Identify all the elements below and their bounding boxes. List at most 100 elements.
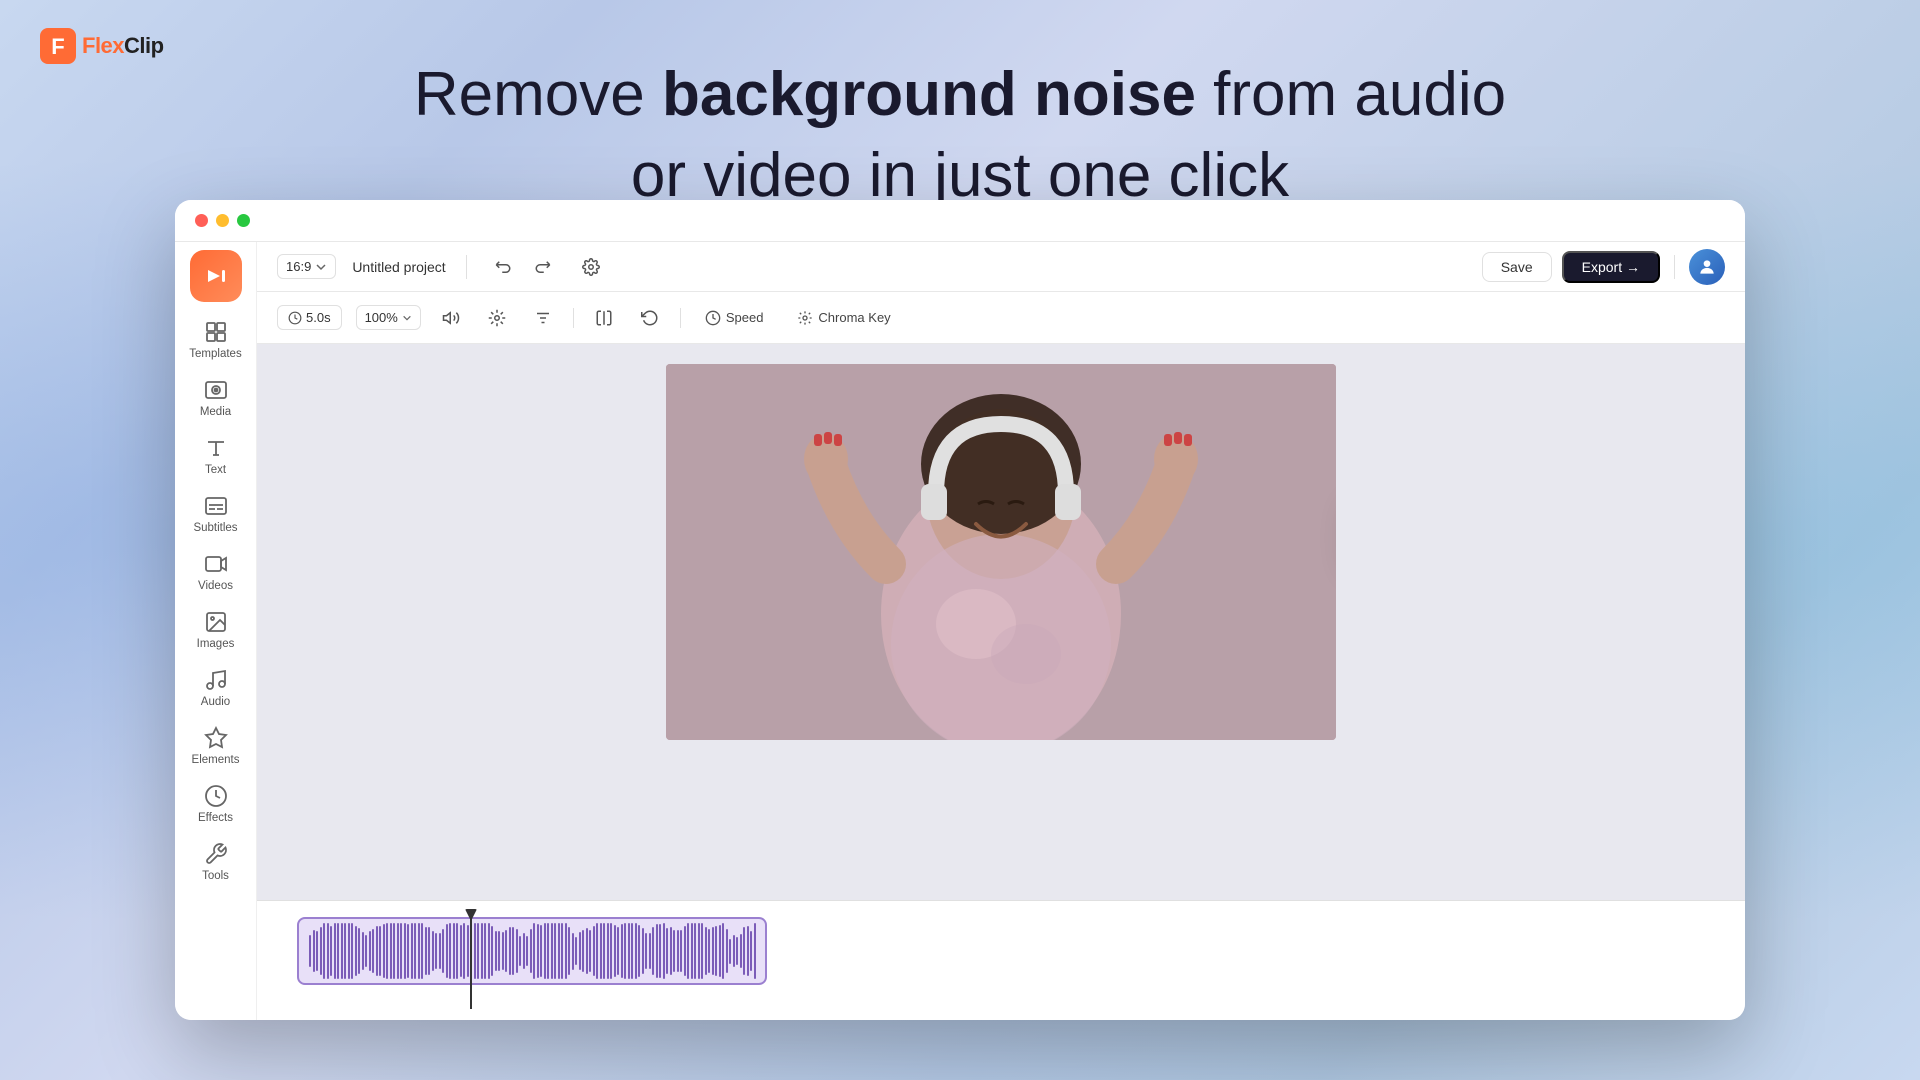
time-value: 5.0s: [306, 310, 331, 325]
waveform-bar: [323, 923, 325, 979]
flip-button[interactable]: [588, 302, 620, 334]
sidebar: Templates Media Text: [175, 242, 257, 1020]
undo-icon: [494, 258, 512, 276]
waveform-bar: [351, 923, 353, 979]
waveform-bar: [320, 927, 322, 976]
header-left: 16:9 Untitled project: [277, 251, 1466, 283]
sidebar-item-text[interactable]: Text: [181, 428, 251, 484]
user-avatar[interactable]: [1689, 249, 1725, 285]
waveform-bar: [505, 930, 507, 972]
zoom-select[interactable]: 100%: [356, 305, 421, 330]
waveform-bar: [708, 929, 710, 974]
waveform-bar: [663, 923, 665, 979]
sidebar-item-audio[interactable]: Audio: [181, 660, 251, 716]
waveform-bar: [421, 923, 423, 979]
waveform-bar: [677, 930, 679, 972]
waveform-bar: [694, 923, 696, 979]
waveform-bar: [551, 923, 553, 979]
adjust-button[interactable]: [481, 302, 513, 334]
waveform-bar: [614, 925, 616, 977]
waveform-bar: [344, 923, 346, 979]
save-button[interactable]: Save: [1482, 252, 1552, 282]
filters-button[interactable]: [527, 302, 559, 334]
waveform-bar: [502, 932, 504, 971]
project-title[interactable]: Untitled project: [352, 259, 445, 275]
waveform-bar: [733, 935, 735, 967]
waveform-bar: [348, 923, 350, 979]
export-button[interactable]: Export →: [1562, 251, 1660, 283]
waveform: [299, 919, 765, 983]
waveform-bar: [750, 931, 752, 971]
waveform-bar: [628, 923, 630, 979]
waveform-bar: [656, 924, 658, 977]
video-content: [666, 364, 1336, 740]
audio-track[interactable]: [297, 917, 767, 985]
traffic-light-maximize[interactable]: [237, 214, 250, 227]
audio-label: Audio: [201, 696, 230, 708]
waveform-bar: [547, 923, 549, 979]
sidebar-item-media[interactable]: Media: [181, 370, 251, 426]
waveform-bar: [411, 923, 413, 978]
sidebar-item-templates[interactable]: Templates: [181, 312, 251, 368]
chroma-key-label: Chroma Key: [818, 310, 890, 325]
tools-icon: [204, 842, 228, 866]
adjust-icon: [488, 309, 506, 327]
waveform-bar: [376, 926, 378, 976]
waveform-bar: [418, 923, 420, 979]
sidebar-item-videos[interactable]: Videos: [181, 544, 251, 600]
waveform-bar: [747, 926, 749, 976]
waveform-bar: [558, 923, 560, 979]
header-right: Save Export →: [1482, 249, 1725, 285]
sidebar-item-images[interactable]: Images: [181, 602, 251, 658]
waveform-bar: [666, 928, 668, 974]
media-icon: [204, 378, 228, 402]
traffic-light-close[interactable]: [195, 214, 208, 227]
chroma-key-button[interactable]: Chroma Key: [787, 305, 900, 331]
settings-button[interactable]: [575, 251, 607, 283]
chevron-down-icon: [315, 261, 327, 273]
ratio-select[interactable]: 16:9: [277, 254, 336, 279]
waveform-bar: [729, 939, 731, 964]
sidebar-item-elements[interactable]: Elements: [181, 718, 251, 774]
time-display: 5.0s: [277, 305, 342, 330]
playhead[interactable]: [470, 909, 472, 1009]
waveform-bar: [383, 924, 385, 978]
waveform-bar: [530, 929, 532, 972]
redo-button[interactable]: [527, 251, 559, 283]
waveform-bar: [463, 923, 465, 978]
sidebar-item-tools[interactable]: Tools: [181, 834, 251, 890]
images-icon: [204, 610, 228, 634]
waveform-bar: [453, 923, 455, 979]
waveform-bar: [579, 932, 581, 970]
sidebar-item-subtitles[interactable]: Subtitles: [181, 486, 251, 542]
waveform-bar: [372, 929, 374, 973]
zoom-chevron-icon: [402, 313, 412, 323]
waveform-bar: [498, 931, 500, 972]
main-area: 16:9 Untitled project: [257, 242, 1745, 1020]
waveform-bar: [673, 930, 675, 973]
waveform-bar: [544, 923, 546, 979]
videos-label: Videos: [198, 580, 233, 592]
waveform-bar: [561, 923, 563, 979]
speed-button[interactable]: Speed: [695, 305, 774, 331]
sidebar-item-effects[interactable]: Effects: [181, 776, 251, 832]
undo-button[interactable]: [487, 251, 519, 283]
waveform-bar: [684, 926, 686, 976]
waveform-bar: [701, 923, 703, 979]
timer-icon: [288, 311, 302, 325]
toolbar-left: 5.0s 100%: [277, 302, 1725, 334]
filters-icon: [534, 309, 552, 327]
traffic-light-minimize[interactable]: [216, 214, 229, 227]
subtitles-icon: [204, 494, 228, 518]
headline: Remove background noise from audio or vi…: [0, 55, 1920, 216]
volume-button[interactable]: [435, 302, 467, 334]
app-logo-button[interactable]: [190, 250, 242, 302]
waveform-bar: [698, 923, 700, 979]
waveform-bar: [362, 932, 364, 969]
timeline-area: [257, 900, 1745, 1020]
elements-label: Elements: [192, 754, 240, 766]
rotate-icon: [641, 309, 659, 327]
templates-label: Templates: [189, 348, 241, 360]
rotate-button[interactable]: [634, 302, 666, 334]
subtitles-label: Subtitles: [193, 522, 237, 534]
